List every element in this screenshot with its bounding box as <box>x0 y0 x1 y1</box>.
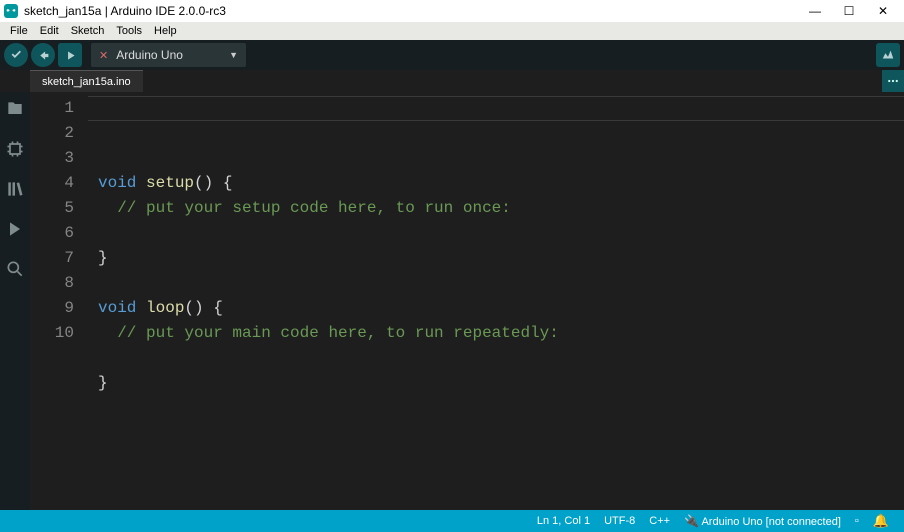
board-selector[interactable]: ✕ Arduino Uno ▼ <box>91 43 246 67</box>
close-panel-button[interactable]: ▫ <box>848 515 866 527</box>
status-encoding[interactable]: UTF-8 <box>597 515 642 527</box>
code-line[interactable] <box>98 346 904 371</box>
debug-button[interactable] <box>58 43 82 67</box>
tabbar: sketch_jan15a.ino <box>30 70 904 92</box>
close-button[interactable]: ✕ <box>866 4 900 18</box>
sidebar <box>0 92 30 510</box>
menu-file[interactable]: File <box>4 25 34 37</box>
status-board-label: Arduino Uno [not connected] <box>701 516 840 528</box>
search-icon[interactable] <box>4 258 26 280</box>
line-number: 8 <box>30 271 74 296</box>
maximize-button[interactable]: ☐ <box>832 4 866 18</box>
code-editor[interactable]: 12345678910 void setup() { // put your s… <box>30 92 904 510</box>
line-number: 1 <box>30 96 74 121</box>
code-line[interactable]: // put your setup code here, to run once… <box>98 196 904 221</box>
window-title: sketch_jan15a | Arduino IDE 2.0.0-rc3 <box>24 4 798 18</box>
code-line[interactable]: // put your main code here, to run repea… <box>98 321 904 346</box>
main: 12345678910 void setup() { // put your s… <box>0 92 904 510</box>
line-number: 10 <box>30 321 74 346</box>
code-line[interactable]: } <box>98 246 904 271</box>
code-line[interactable]: } <box>98 371 904 396</box>
plug-icon: 🔌 <box>684 514 699 528</box>
upload-button[interactable] <box>31 43 55 67</box>
toolbar: ✕ Arduino Uno ▼ <box>0 40 904 70</box>
board-disconnected-icon: ✕ <box>99 49 108 62</box>
line-number: 3 <box>30 146 74 171</box>
status-cursor[interactable]: Ln 1, Col 1 <box>530 515 597 527</box>
app-icon <box>4 4 18 18</box>
status-lang[interactable]: C++ <box>642 515 677 527</box>
menu-tools[interactable]: Tools <box>110 25 148 37</box>
library-manager-icon[interactable] <box>4 178 26 200</box>
menu-edit[interactable]: Edit <box>34 25 65 37</box>
line-number: 9 <box>30 296 74 321</box>
menu-help[interactable]: Help <box>148 25 183 37</box>
titlebar: sketch_jan15a | Arduino IDE 2.0.0-rc3 — … <box>0 0 904 22</box>
board-selector-label: Arduino Uno <box>116 48 183 62</box>
code-line[interactable]: void loop() { <box>98 296 904 321</box>
minimize-button[interactable]: — <box>798 4 832 18</box>
serial-plotter-button[interactable] <box>876 43 900 67</box>
tab-label: sketch_jan15a.ino <box>42 76 131 88</box>
statusbar: Ln 1, Col 1 UTF-8 C++ 🔌 Arduino Uno [not… <box>0 510 904 532</box>
line-gutter: 12345678910 <box>30 92 88 510</box>
tab-sketch[interactable]: sketch_jan15a.ino <box>30 70 143 92</box>
code-line[interactable] <box>98 396 904 421</box>
menubar: File Edit Sketch Tools Help <box>0 22 904 40</box>
line-number: 7 <box>30 246 74 271</box>
line-number: 2 <box>30 121 74 146</box>
status-board[interactable]: 🔌 Arduino Uno [not connected] <box>677 514 848 528</box>
code-line[interactable] <box>98 271 904 296</box>
code-area[interactable]: void setup() { // put your setup code he… <box>88 92 904 510</box>
line-number: 4 <box>30 171 74 196</box>
boards-manager-icon[interactable] <box>4 138 26 160</box>
verify-button[interactable] <box>4 43 28 67</box>
code-line[interactable]: void setup() { <box>98 171 904 196</box>
line-number: 5 <box>30 196 74 221</box>
chevron-down-icon: ▼ <box>229 50 238 60</box>
code-line[interactable] <box>98 221 904 246</box>
debug-icon[interactable] <box>4 218 26 240</box>
sketchbook-icon[interactable] <box>4 98 26 120</box>
tab-more-button[interactable] <box>882 70 904 92</box>
notifications-icon[interactable]: 🔔 <box>866 513 896 529</box>
line-number: 6 <box>30 221 74 246</box>
menu-sketch[interactable]: Sketch <box>65 25 111 37</box>
current-line-highlight <box>88 96 904 121</box>
